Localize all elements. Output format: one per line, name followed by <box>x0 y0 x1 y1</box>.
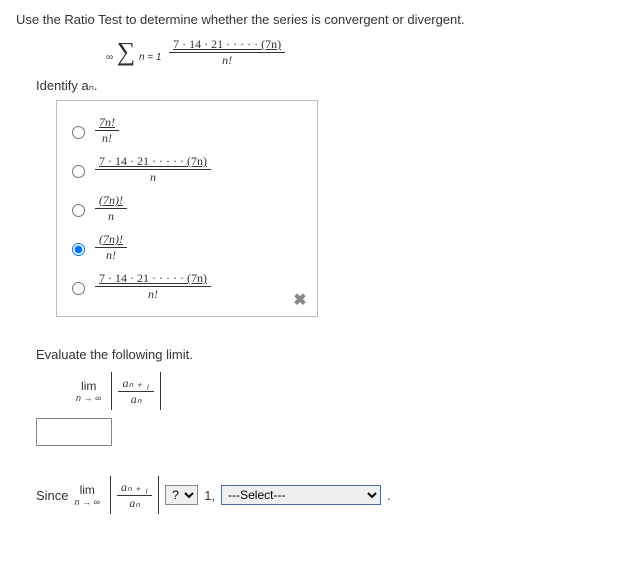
limit-word: lim <box>76 379 101 393</box>
option-2-num: 7 · 14 · 21 · · · · · (7n) <box>95 154 211 170</box>
close-icon[interactable]: ✖ <box>291 292 309 310</box>
ratio-num: aₙ ₊ ₁ <box>118 376 153 392</box>
option-5-radio[interactable] <box>72 282 85 295</box>
conclusion-ratio: aₙ ₊ ₁ aₙ <box>117 480 152 511</box>
option-1-num: 7n! <box>95 115 119 131</box>
option-5-expr: 7 · 14 · 21 · · · · · (7n) n! <box>95 271 211 302</box>
sum-upper: ∞ <box>106 52 113 63</box>
option-1-expr: 7n! n! <box>95 115 119 146</box>
option-1-den: n! <box>95 131 119 146</box>
option-3-expr: (7n)! n <box>95 193 127 224</box>
option-1: 7n! n! <box>67 115 307 146</box>
limit-expression: lim n → ∞ aₙ ₊ ₁ aₙ <box>76 372 608 410</box>
since-label: Since <box>36 488 69 503</box>
series-denominator: n! <box>169 53 285 68</box>
limit-sub: n → ∞ <box>76 393 101 403</box>
series-fraction: 7 · 14 · 21 · · · · · (7n) n! <box>169 37 285 68</box>
option-3: (7n)! n <box>67 193 307 224</box>
conclusion-limit-sub: n → ∞ <box>75 497 100 507</box>
series-formula: ∞ ∑ n = 1 7 · 14 · 21 · · · · · (7n) n! <box>106 37 608 68</box>
conclusion-ratio-num: aₙ ₊ ₁ <box>117 480 152 496</box>
conclusion-select[interactable]: ---Select--- <box>221 485 381 505</box>
conclusion-limit-word: lim <box>75 483 100 497</box>
option-3-den: n <box>95 209 127 224</box>
identify-label: Identify aₙ. <box>36 78 608 94</box>
evaluate-label: Evaluate the following limit. <box>36 347 608 362</box>
series-numerator: 7 · 14 · 21 · · · · · (7n) <box>169 37 285 53</box>
limit-operator: lim n → ∞ <box>76 379 101 403</box>
option-2: 7 · 14 · 21 · · · · · (7n) n <box>67 154 307 185</box>
ratio-den: aₙ <box>118 392 153 407</box>
conclusion-absolute-value: aₙ ₊ ₁ aₙ <box>110 476 159 514</box>
question-prompt: Use the Ratio Test to determine whether … <box>16 12 608 27</box>
ratio-fraction: aₙ ₊ ₁ aₙ <box>118 376 153 407</box>
option-1-radio[interactable] <box>72 126 85 139</box>
option-5-num: 7 · 14 · 21 · · · · · (7n) <box>95 271 211 287</box>
option-5-den: n! <box>95 287 211 302</box>
option-4-num: (7n)! <box>95 232 127 248</box>
sigma-symbol: ∑ <box>117 37 136 66</box>
limit-answer-input[interactable] <box>36 418 112 446</box>
option-4: (7n)! n! <box>67 232 307 263</box>
option-3-num: (7n)! <box>95 193 127 209</box>
conclusion-ratio-den: aₙ <box>117 496 152 511</box>
period-label: . <box>387 488 391 503</box>
answer-options-box: 7n! n! 7 · 14 · 21 · · · · · (7n) n (7n)… <box>56 100 318 317</box>
sigma-notation: ∞ ∑ n = 1 <box>106 42 161 63</box>
option-2-den: n <box>95 170 211 185</box>
option-4-expr: (7n)! n! <box>95 232 127 263</box>
sum-lower: n = 1 <box>139 52 162 63</box>
conclusion-line: Since lim n → ∞ aₙ ₊ ₁ aₙ ? 1, ---Select… <box>36 476 608 514</box>
absolute-value: aₙ ₊ ₁ aₙ <box>111 372 160 410</box>
comparison-select[interactable]: ? <box>165 485 198 505</box>
option-5: 7 · 14 · 21 · · · · · (7n) n! <box>67 271 307 302</box>
conclusion-limit-operator: lim n → ∞ <box>75 483 100 507</box>
option-2-expr: 7 · 14 · 21 · · · · · (7n) n <box>95 154 211 185</box>
option-4-radio[interactable] <box>72 243 85 256</box>
one-label: 1, <box>204 488 215 503</box>
option-4-den: n! <box>95 248 127 263</box>
option-2-radio[interactable] <box>72 165 85 178</box>
option-3-radio[interactable] <box>72 204 85 217</box>
